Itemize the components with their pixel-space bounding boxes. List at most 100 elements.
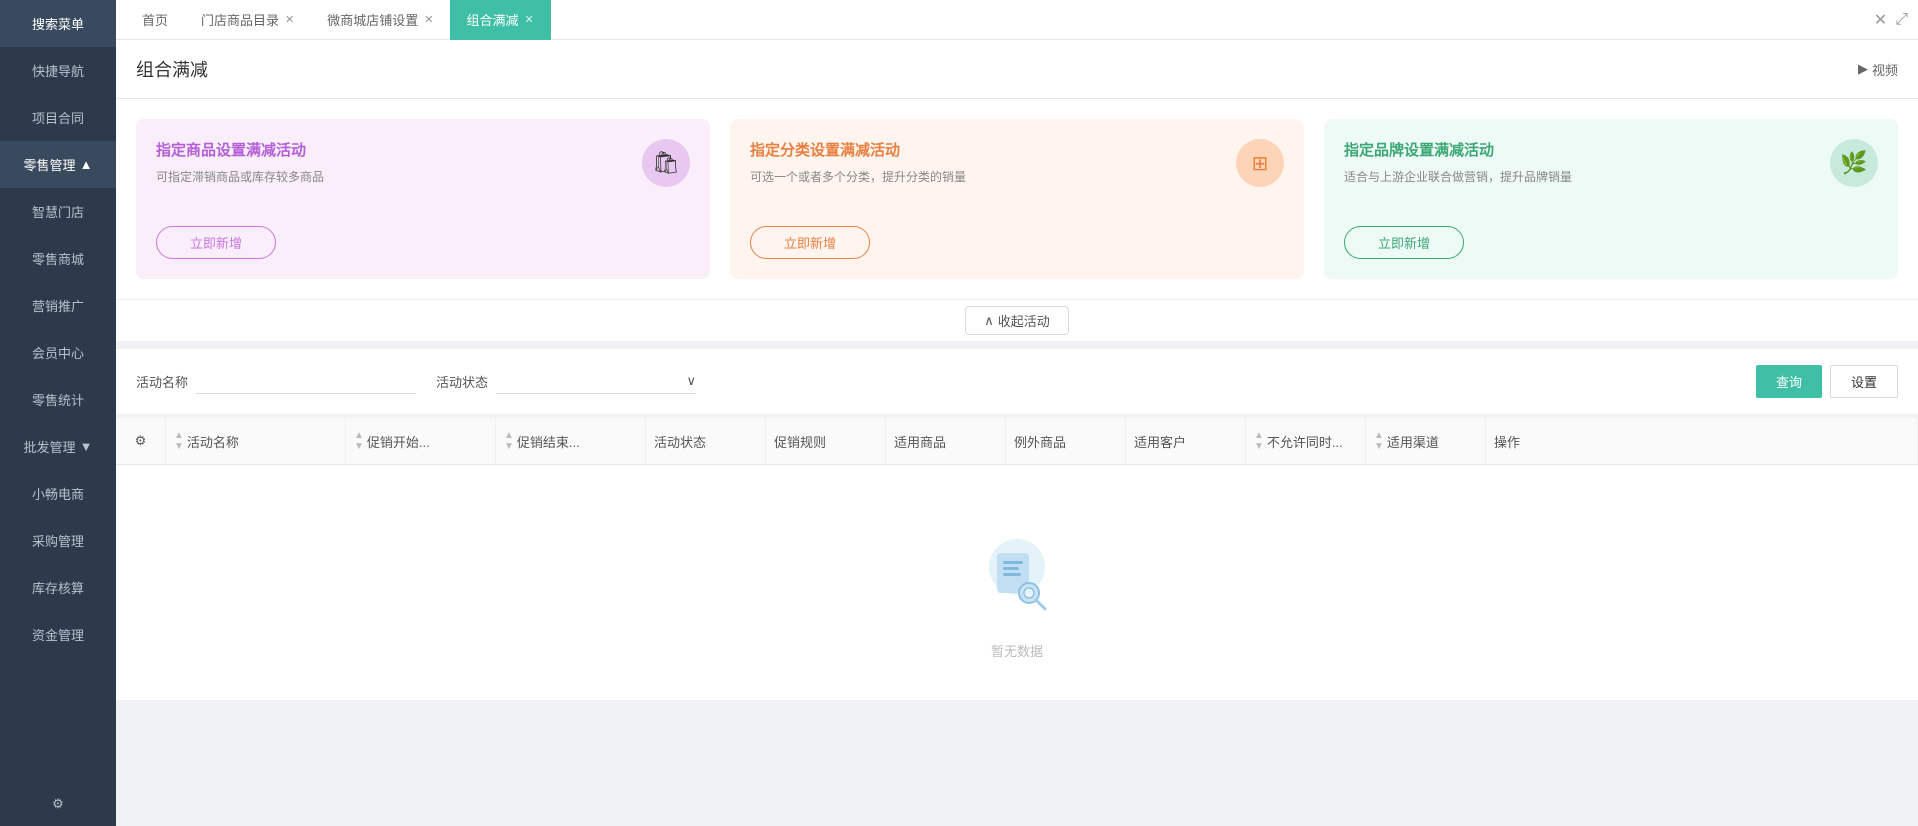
th-name: ▲▼ 活动名称 — [166, 418, 346, 464]
sidebar-item-label: 搜索菜单 — [32, 17, 84, 32]
query-button[interactable]: 查询 — [1756, 365, 1822, 398]
sidebar-item-finance[interactable]: 资金管理 — [0, 611, 116, 658]
category-card-icon: ⊞ — [1236, 139, 1284, 187]
th-channel-label: 适用渠道 — [1387, 432, 1439, 451]
sidebar-item-retail-mgmt[interactable]: 零售管理 ▲ — [0, 141, 116, 188]
chevron-down-icon: ∨ — [687, 373, 697, 389]
close-icon[interactable]: ✕ — [525, 13, 534, 26]
status-search-field: 活动状态 ∨ — [436, 369, 696, 394]
sidebar-item-label: 采购管理 — [32, 534, 84, 549]
sort-icon[interactable]: ▲▼ — [504, 430, 514, 452]
th-op: 操作 — [1486, 418, 1918, 464]
arrow-up-icon: ▲ — [80, 157, 93, 172]
sidebar-item-retail-stats[interactable]: 零售统计 — [0, 376, 116, 423]
th-allow-label: 不允许同时... — [1267, 432, 1343, 451]
add-goods-activity-button[interactable]: 立即新增 — [156, 226, 276, 259]
sidebar-item-label: 资金管理 — [32, 628, 84, 643]
sidebar-item-inventory[interactable]: 库存核算 — [0, 564, 116, 611]
arrow-down-icon: ▼ — [80, 439, 93, 454]
page-content: 组合满减 ▶ 视频 指定商品设置满减活动 可指定滞销商品或库存较多商品 🛍 立即… — [116, 40, 1918, 826]
th-except-label: 例外商品 — [1014, 432, 1066, 451]
sidebar-item-quick-nav[interactable]: 快捷导航 — [0, 47, 116, 94]
collapse-bar: ∧ 收起活动 — [116, 299, 1918, 341]
name-search-label: 活动名称 — [136, 372, 188, 391]
close-window-icon[interactable]: ✕ — [1874, 10, 1887, 30]
tab-combo-discount[interactable]: 组合满减 ✕ — [450, 0, 550, 40]
sidebar-item-smart-store[interactable]: 智慧门店 — [0, 188, 116, 235]
tab-store-catalog[interactable]: 门店商品目录 ✕ — [185, 0, 311, 40]
th-end: ▲▼ 促销结束... — [496, 418, 646, 464]
sidebar-item-label: 会员中心 — [32, 346, 84, 361]
th-op-label: 操作 — [1494, 432, 1520, 451]
close-icon[interactable]: ✕ — [424, 13, 433, 26]
video-link[interactable]: ▶ 视频 — [1858, 60, 1898, 79]
name-search-field: 活动名称 — [136, 370, 416, 394]
th-name-label: 活动名称 — [187, 432, 239, 451]
th-goods: 适用商品 — [886, 418, 1006, 464]
sidebar-item-label: 项目合同 — [32, 111, 84, 126]
goods-card-icon: 🛍 — [642, 139, 690, 187]
sidebar-item-purchase-mgmt[interactable]: 采购管理 — [0, 517, 116, 564]
sort-icon[interactable]: ▲▼ — [174, 430, 184, 452]
close-icon[interactable]: ✕ — [285, 13, 294, 26]
tab-bar: 首页 门店商品目录 ✕ 微商城店铺设置 ✕ 组合满减 ✕ ✕ ⤢ — [116, 0, 1918, 40]
th-channel: ▲▼ 适用渠道 — [1366, 418, 1486, 464]
card-title-category: 指定分类设置满减活动 — [750, 139, 1284, 160]
gear-icon: ⚙ — [52, 796, 64, 811]
card-title-goods: 指定商品设置满减活动 — [156, 139, 690, 160]
empty-illustration — [967, 525, 1067, 625]
sidebar-item-label: 营销推广 — [32, 299, 84, 314]
th-rule-label: 促销规则 — [774, 432, 826, 451]
activity-card-goods: 指定商品设置满减活动 可指定滞销商品或库存较多商品 🛍 立即新增 — [136, 119, 710, 279]
status-search-label: 活动状态 — [436, 372, 488, 391]
activity-card-category: 指定分类设置满减活动 可选一个或者多个分类，提升分类的销量 ⊞ 立即新增 — [730, 119, 1304, 279]
th-customer: 适用客户 — [1126, 418, 1246, 464]
sidebar-item-retail-mall[interactable]: 零售商城 — [0, 235, 116, 282]
sidebar-item-marketing[interactable]: 营销推广 — [0, 282, 116, 329]
th-customer-label: 适用客户 — [1134, 432, 1186, 451]
main-area: 首页 门店商品目录 ✕ 微商城店铺设置 ✕ 组合满减 ✕ ✕ ⤢ 组合满减 ▶ … — [116, 0, 1918, 826]
name-search-input[interactable] — [196, 370, 416, 394]
sidebar-item-project-contract[interactable]: 项目合同 — [0, 94, 116, 141]
tab-micro-mall[interactable]: 微商城店铺设置 ✕ — [311, 0, 450, 40]
sidebar-item-search-menu[interactable]: 搜索菜单 — [0, 0, 116, 47]
sidebar-item-wholesale-mgmt[interactable]: 批发管理 ▼ — [0, 423, 116, 470]
sidebar-item-ecommerce[interactable]: 小畅电商 — [0, 470, 116, 517]
status-select[interactable]: ∨ — [496, 369, 696, 394]
th-except: 例外商品 — [1006, 418, 1126, 464]
maximize-window-icon[interactable]: ⤢ — [1895, 11, 1908, 29]
setting-button[interactable]: 设置 — [1830, 365, 1898, 398]
table-header: ⚙ ▲▼ 活动名称 ▲▼ 促销开始... ▲▼ 促销结束... 活动状态 — [116, 418, 1918, 465]
card-desc-brand: 适合与上游企业联合做营销，提升品牌销量 — [1344, 168, 1878, 186]
th-gear[interactable]: ⚙ — [116, 418, 166, 464]
sort-icon[interactable]: ▲▼ — [354, 430, 364, 452]
search-section: 活动名称 活动状态 ∨ 查询 设置 — [116, 349, 1918, 414]
tab-label: 组合满减 — [466, 10, 518, 29]
tab-home[interactable]: 首页 — [126, 0, 185, 40]
sort-icon[interactable]: ▲▼ — [1254, 430, 1264, 452]
th-end-label: 促销结束... — [517, 432, 580, 451]
sidebar-item-label: 小畅电商 — [32, 487, 84, 502]
sidebar-item-label: 零售统计 — [32, 393, 84, 408]
sidebar-item-member-center[interactable]: 会员中心 — [0, 329, 116, 376]
search-actions: 查询 设置 — [1756, 365, 1898, 398]
table-section: ⚙ ▲▼ 活动名称 ▲▼ 促销开始... ▲▼ 促销结束... 活动状态 — [116, 418, 1918, 700]
collapse-activities-button[interactable]: ∧ 收起活动 — [965, 306, 1069, 335]
sidebar-item-label: 零售商城 — [32, 252, 84, 267]
sort-icon[interactable]: ▲▼ — [1374, 430, 1384, 452]
sidebar-item-label: 快捷导航 — [32, 64, 84, 79]
video-label: 视频 — [1872, 60, 1898, 79]
activity-cards-section: 指定商品设置满减活动 可指定滞销商品或库存较多商品 🛍 立即新增 指定分类设置满… — [116, 99, 1918, 299]
card-desc-category: 可选一个或者多个分类，提升分类的销量 — [750, 168, 1284, 186]
sidebar-settings-btn[interactable]: ⚙ — [0, 782, 116, 826]
sidebar: 搜索菜单 快捷导航 项目合同 零售管理 ▲ 智慧门店 零售商城 营销推广 会员中… — [0, 0, 116, 826]
th-goods-label: 适用商品 — [894, 432, 946, 451]
page-title: 组合满减 — [136, 56, 208, 82]
th-status-label: 活动状态 — [654, 432, 706, 451]
tab-label: 微商城店铺设置 — [327, 10, 418, 29]
brand-card-icon: 🌿 — [1830, 139, 1878, 187]
add-brand-activity-button[interactable]: 立即新增 — [1344, 226, 1464, 259]
th-rule: 促销规则 — [766, 418, 886, 464]
tab-label: 门店商品目录 — [201, 10, 279, 29]
add-category-activity-button[interactable]: 立即新增 — [750, 226, 870, 259]
